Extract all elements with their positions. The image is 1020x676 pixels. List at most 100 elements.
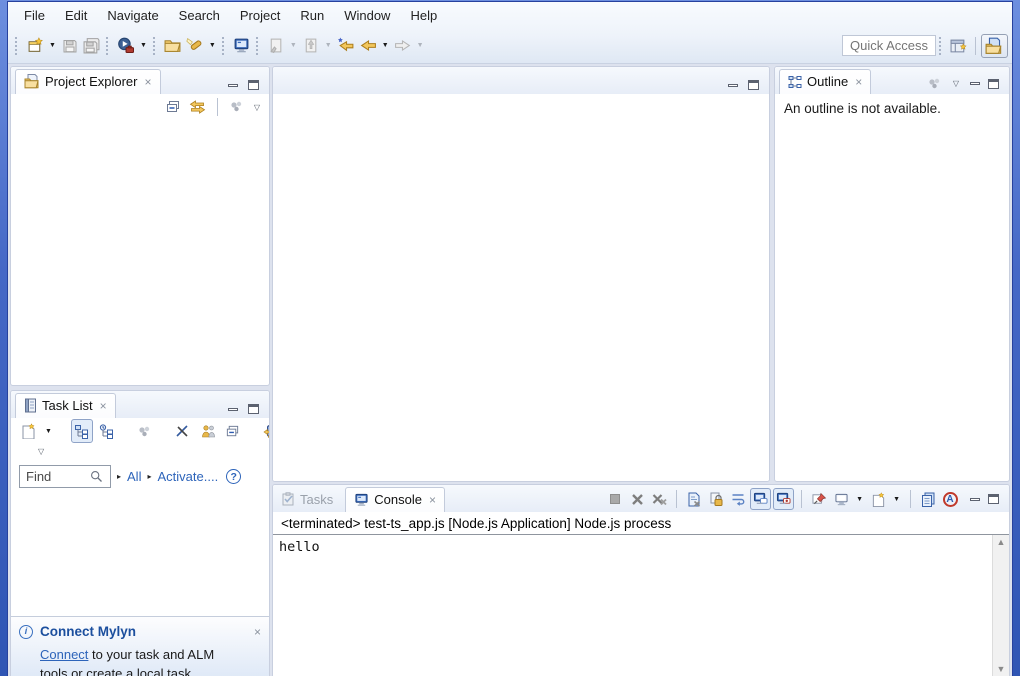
remove-all-launches-button[interactable] (649, 488, 669, 510)
save-all-button[interactable] (81, 34, 103, 58)
clear-console-button[interactable] (684, 488, 704, 510)
tab-console[interactable]: Console × (345, 487, 445, 512)
maximize-icon[interactable] (248, 80, 259, 90)
next-annotation-icon (267, 37, 284, 54)
hide-completed-button[interactable] (172, 419, 194, 443)
back-dropdown[interactable]: ▼ (379, 42, 392, 49)
menu-item-project[interactable]: Project (230, 4, 290, 27)
view-menu-icon[interactable]: ▽ (950, 79, 962, 88)
scroll-up-icon[interactable]: ▲ (997, 538, 1006, 547)
minimize-icon[interactable] (970, 82, 980, 85)
tab-tasks[interactable]: Tasks (273, 487, 341, 512)
focus-dots-icon[interactable] (927, 77, 942, 90)
view-menu-icon[interactable]: ▽ (35, 447, 47, 456)
expand-arrow-icon[interactable]: ▸ (117, 472, 121, 481)
ansi-console-button[interactable]: A (940, 488, 960, 510)
menu-item-window[interactable]: Window (334, 4, 400, 27)
menu-item-navigate[interactable]: Navigate (97, 4, 168, 27)
console-toolbar: ▼ ▼ (605, 488, 1009, 512)
show-stderr-icon (776, 492, 791, 506)
pin-console-button[interactable] (809, 488, 829, 510)
new-wizard-dropdown[interactable]: ▼ (46, 42, 59, 49)
forward-button[interactable] (392, 34, 414, 58)
new-task-button[interactable] (17, 419, 39, 443)
close-icon[interactable]: × (254, 625, 261, 639)
scheduled-view-button[interactable] (96, 419, 118, 443)
open-console-dropdown[interactable]: ▼ (890, 496, 903, 503)
search-button[interactable] (184, 34, 206, 58)
save-button[interactable] (59, 34, 81, 58)
last-edit-location-button[interactable] (335, 34, 357, 58)
group-elements-button[interactable] (197, 419, 219, 443)
console-view-button[interactable] (918, 488, 938, 510)
expand-arrow-icon[interactable]: ▸ (147, 472, 151, 481)
close-icon[interactable]: × (853, 75, 862, 89)
maximize-icon[interactable] (248, 404, 259, 414)
activate-link[interactable]: Activate.... (157, 469, 218, 484)
maximize-icon[interactable] (988, 494, 999, 504)
pin-icon (812, 492, 827, 506)
run-button[interactable] (115, 34, 137, 58)
menu-item-search[interactable]: Search (169, 4, 230, 27)
forward-dropdown[interactable]: ▼ (414, 42, 427, 49)
console-output-area[interactable]: hello ▲ ▼ (273, 535, 1009, 676)
new-task-dropdown[interactable]: ▼ (42, 428, 55, 435)
scroll-lock-button[interactable] (706, 488, 726, 510)
quick-access-input[interactable] (842, 35, 936, 56)
previous-annotation-dropdown[interactable]: ▼ (322, 42, 335, 49)
connect-link[interactable]: Connect (40, 647, 88, 662)
next-annotation-dropdown[interactable]: ▼ (287, 42, 300, 49)
open-console-button[interactable] (868, 488, 888, 510)
collapse-all-button[interactable] (222, 419, 244, 443)
console-scrollbar[interactable]: ▲ ▼ (992, 535, 1009, 676)
project-explorer-tree[interactable] (11, 120, 269, 385)
display-console-dropdown[interactable]: ▼ (853, 496, 866, 503)
display-console-button[interactable] (831, 488, 851, 510)
word-wrap-icon (731, 492, 745, 506)
search-dropdown[interactable]: ▼ (206, 42, 219, 49)
minimize-icon[interactable] (228, 408, 238, 411)
all-link[interactable]: All (127, 469, 141, 484)
remove-launch-button[interactable] (627, 488, 647, 510)
maximize-icon[interactable] (988, 79, 999, 89)
collapse-all-button[interactable] (162, 95, 184, 119)
tab-outline[interactable]: Outline × (779, 69, 871, 94)
show-stdout-button[interactable] (750, 488, 771, 510)
previous-annotation-button[interactable] (300, 34, 322, 58)
open-task-button[interactable] (162, 34, 184, 58)
next-annotation-button[interactable] (265, 34, 287, 58)
word-wrap-button[interactable] (728, 488, 748, 510)
focus-button[interactable] (226, 95, 248, 119)
minimize-icon[interactable] (728, 84, 738, 87)
view-menu-icon[interactable]: ▽ (251, 103, 263, 112)
find-input[interactable] (26, 469, 90, 484)
maximize-icon[interactable] (748, 80, 759, 90)
close-icon[interactable]: × (142, 75, 151, 89)
editor-empty-area[interactable] (273, 94, 769, 481)
show-stderr-button[interactable] (773, 488, 794, 510)
categorized-view-button[interactable] (71, 419, 93, 443)
run-dropdown[interactable]: ▼ (137, 42, 150, 49)
terminate-button[interactable] (605, 488, 625, 510)
minimize-icon[interactable] (228, 84, 238, 87)
back-button[interactable] (357, 34, 379, 58)
close-icon[interactable]: × (427, 493, 436, 507)
new-wizard-button[interactable] (24, 34, 46, 58)
menu-item-help[interactable]: Help (400, 4, 447, 27)
tab-project-explorer[interactable]: Project Explorer × (15, 69, 161, 94)
menu-item-run[interactable]: Run (290, 4, 334, 27)
scroll-down-icon[interactable]: ▼ (997, 665, 1006, 674)
open-perspective-button[interactable] (948, 34, 970, 58)
link-with-editor-button[interactable] (187, 95, 209, 119)
minimize-icon[interactable] (970, 498, 980, 501)
menu-item-file[interactable]: File (14, 4, 55, 27)
help-icon[interactable]: ? (226, 469, 241, 484)
focus-button[interactable] (134, 419, 156, 443)
menu-item-edit[interactable]: Edit (55, 4, 97, 27)
synchronize-button[interactable] (260, 419, 270, 443)
open-console-button[interactable] (231, 34, 253, 58)
resource-perspective-button[interactable] (981, 34, 1008, 58)
close-icon[interactable]: × (98, 399, 107, 413)
task-list-find-row: ▸ All ▸ Activate.... ? (11, 459, 269, 492)
tab-task-list[interactable]: Task List × (15, 393, 116, 418)
